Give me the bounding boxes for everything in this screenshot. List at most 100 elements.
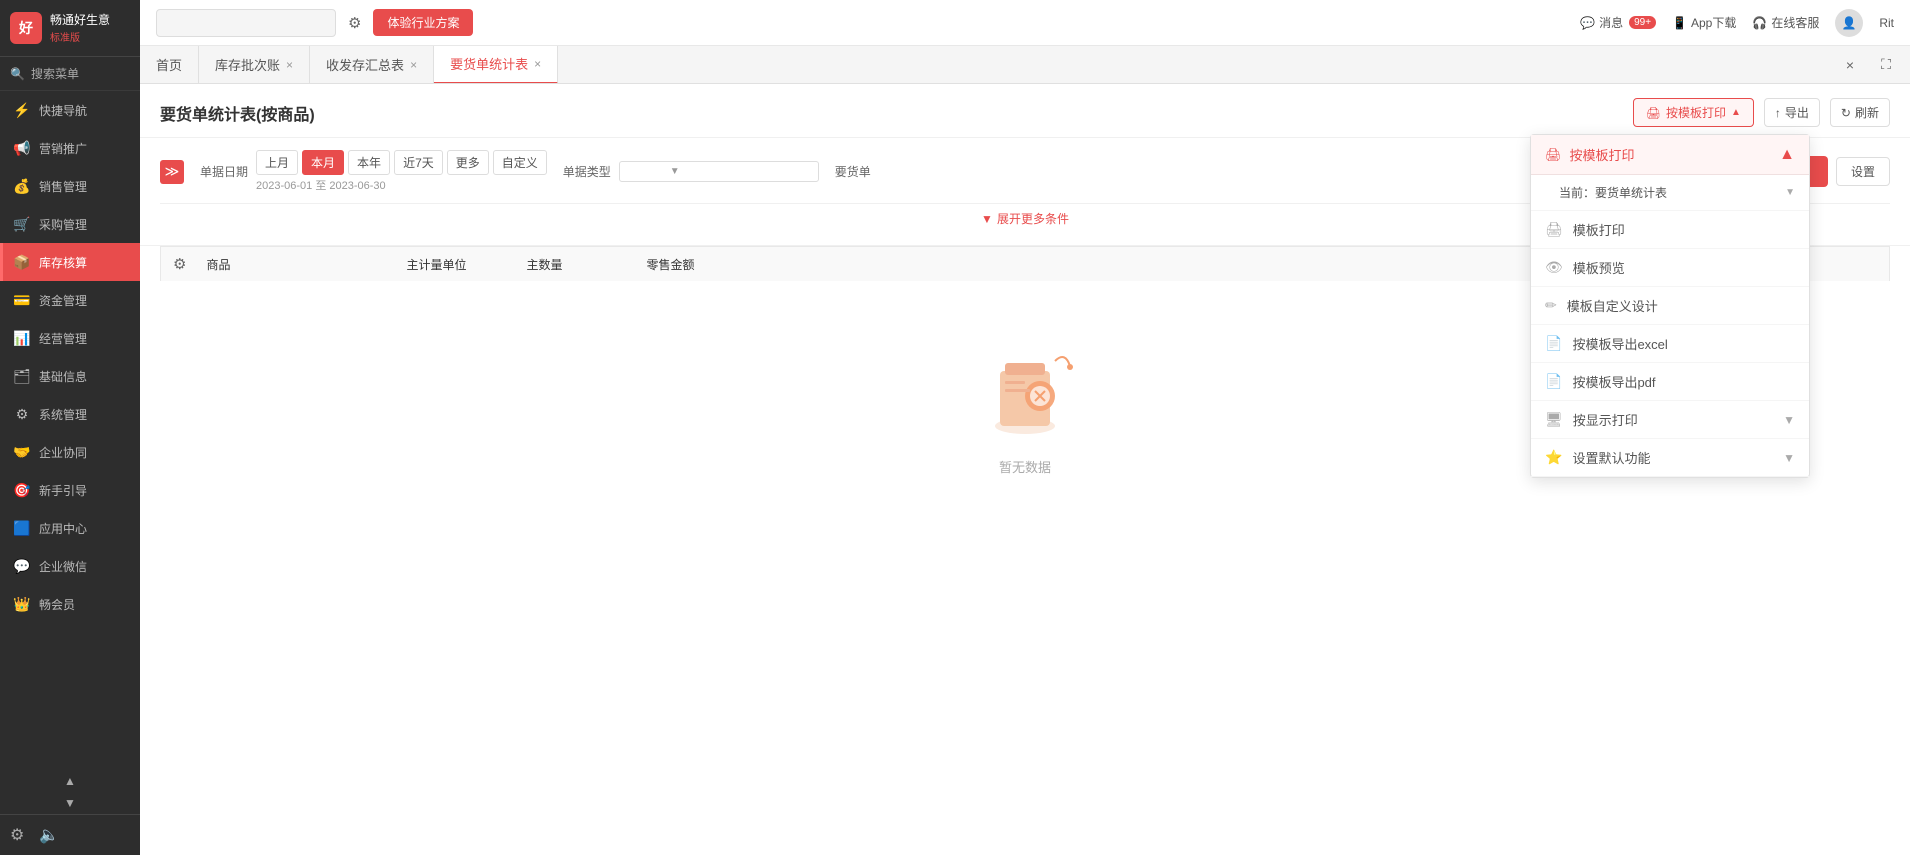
chevron-down-icon: ▼ (981, 212, 993, 226)
tab-receivable-summary-close[interactable]: × (410, 58, 417, 72)
sidebar-item-appstore[interactable]: 🟦 应用中心 (0, 509, 140, 547)
sidebar-item-newbie[interactable]: 🎯 新手引导 (0, 471, 140, 509)
tab-inventory-batch-label: 库存批次账 (215, 55, 280, 74)
export-button[interactable]: ↑ 导出 (1764, 98, 1820, 127)
page-content: 要货单统计表(按商品) 🖨 按模板打印 ▲ ↑ 导出 ↻ 刷新 (140, 84, 1910, 855)
sidebar-item-marketing[interactable]: 📢 营销推广 (0, 129, 140, 167)
dropdown-item-template-pdf-label: 按模板导出pdf (1572, 372, 1655, 391)
tab-inventory-batch-close[interactable]: × (286, 58, 293, 72)
printer-icon: 🖨 (1646, 106, 1661, 120)
sidebar-item-basic[interactable]: 🗂 基础信息 (0, 357, 140, 395)
settings-icon[interactable]: ⚙ (10, 825, 24, 845)
date-btn-this-month[interactable]: 本月 (302, 150, 344, 175)
date-btn-last-month[interactable]: 上月 (256, 150, 298, 175)
table-col-amount: 零售金额 (646, 256, 766, 273)
expand-label: 展开更多条件 (997, 210, 1069, 227)
nav-label-collab: 企业协同 (39, 444, 87, 461)
nav-label-inventory: 库存核算 (39, 254, 87, 271)
template-print-label: 按模板打印 (1666, 104, 1726, 121)
dropdown-display-icon: 🖥 (1545, 411, 1563, 428)
sidebar-item-system[interactable]: ⚙ 系统管理 (0, 395, 140, 433)
sidebar-item-finance[interactable]: 💳 资金管理 (0, 281, 140, 319)
dropdown-display-arrow: ▼ (1783, 413, 1795, 427)
online-support-label: 在线客服 (1771, 14, 1819, 31)
nav-icon-operation: 📊 (13, 329, 31, 347)
dropdown-section-display-print[interactable]: 🖥 按显示打印 ▼ (1531, 401, 1809, 439)
dropdown-item-template-print[interactable]: 🖨 模板打印 (1531, 211, 1809, 249)
sidebar-item-wxwork[interactable]: 💬 企业微信 (0, 547, 140, 585)
dropdown-item-template-preview[interactable]: 👁 模板预览 (1531, 249, 1809, 287)
sidebar-item-inventory[interactable]: 📦 库存核算 (0, 243, 140, 281)
app-edition: 标准版 (50, 29, 110, 44)
online-support-button[interactable]: 🎧 在线客服 (1752, 14, 1819, 31)
table-col-qty: 主数量 (526, 256, 626, 273)
dropdown-item-template-design[interactable]: ✏ 模板自定义设计 (1531, 287, 1809, 325)
sidebar-item-collab[interactable]: 🤝 企业协同 (0, 433, 140, 471)
date-btn-this-year[interactable]: 本年 (348, 150, 390, 175)
order-type-select[interactable]: ▼ (619, 161, 819, 182)
sidebar-bottom: ⚙ 🔈 (0, 814, 140, 855)
dropdown-item-template-excel-label: 按模板导出excel (1572, 334, 1667, 353)
sidebar-item-operation[interactable]: 📊 经营管理 (0, 319, 140, 357)
sidebar-item-member[interactable]: 👑 畅会员 (0, 585, 140, 623)
dropdown-collapse-icon[interactable]: ▲ (1779, 146, 1795, 164)
tab-close-all-button[interactable]: × (1836, 51, 1864, 79)
date-btn-custom[interactable]: 自定义 (493, 150, 547, 175)
date-btn-more[interactable]: 更多 (447, 150, 489, 175)
search-icon: 🔍 (10, 67, 25, 81)
dropdown-item-pdf-icon: 📄 (1545, 373, 1562, 390)
tab-maximize-button[interactable]: ⛶ (1872, 51, 1900, 79)
dropdown-section-display-label: 按显示打印 (1573, 410, 1638, 429)
refresh-button[interactable]: ↻ 刷新 (1830, 98, 1890, 127)
sidebar-search[interactable]: 🔍 搜索菜单 (0, 57, 140, 91)
template-print-dropdown: 🖨 按模板打印 ▲ 当前：要货单统计表 ▼ 🖨 模板打印 👁 (1530, 134, 1810, 478)
nav-label-appstore: 应用中心 (39, 520, 87, 537)
nav-icon-finance: 💳 (13, 291, 31, 309)
nav-label-member: 畅会员 (39, 596, 75, 613)
gear-icon[interactable]: ⚙ (348, 14, 361, 32)
message-icon: 💬 (1580, 16, 1595, 30)
dropdown-section-display-left: 🖥 按显示打印 (1545, 410, 1638, 429)
nav-label-finance: 资金管理 (39, 292, 87, 309)
sidebar-item-purchase[interactable]: 🛒 采购管理 (0, 205, 140, 243)
sidebar-item-sales[interactable]: 💰 销售管理 (0, 167, 140, 205)
messages-badge: 99+ (1629, 16, 1656, 29)
filter-toggle-button[interactable]: ≫ (160, 160, 184, 184)
main-content: ⚙ 体验行业方案 💬 消息 99+ 📱 App下载 🎧 在线客服 👤 Rit (140, 0, 1910, 855)
sidebar-scroll-down[interactable]: ▼ (0, 792, 140, 814)
sidebar-item-quick-nav[interactable]: ⚡ 快捷导航 (0, 91, 140, 129)
current-template-arrow: ▼ (1785, 187, 1795, 198)
tab-receivable-summary-label: 收发存汇总表 (326, 55, 404, 74)
dropdown-settings-icon: ⭐ (1545, 449, 1562, 466)
messages-label: 消息 (1599, 14, 1623, 31)
dropdown-item-template-excel[interactable]: 📄 按模板导出excel (1531, 325, 1809, 363)
tab-requisition-stats-close[interactable]: × (534, 57, 541, 71)
date-btn-last-7-days[interactable]: 近7天 (394, 150, 443, 175)
nav-icon-sales: 💰 (13, 177, 31, 195)
current-template-item[interactable]: 当前：要货单统计表 ▼ (1531, 175, 1809, 211)
sidebar-scroll-up[interactable]: ▲ (0, 770, 140, 792)
sidebar: 好 畅通好生意 标准版 🔍 搜索菜单 ⚡ 快捷导航 📢 营销推广 💰 销售管理 … (0, 0, 140, 855)
tab-requisition-stats[interactable]: 要货单统计表 × (434, 46, 558, 84)
tab-receivable-summary[interactable]: 收发存汇总表 × (310, 46, 434, 84)
table-column-settings-icon[interactable]: ⚙ (173, 255, 186, 273)
dropdown-item-template-pdf[interactable]: 📄 按模板导出pdf (1531, 363, 1809, 401)
nav-icon-inventory: 📦 (13, 253, 31, 271)
dropdown-section-default-settings[interactable]: ⭐ 设置默认功能 ▼ (1531, 439, 1809, 477)
tab-home[interactable]: 首页 (140, 46, 199, 84)
nav-icon-system: ⚙ (13, 405, 31, 423)
template-print-button[interactable]: 🖨 按模板打印 ▲ (1633, 98, 1754, 127)
tab-inventory-batch[interactable]: 库存批次账 × (199, 46, 310, 84)
home-label: 首页 (156, 55, 182, 74)
nav-icon-quick: ⚡ (13, 101, 31, 119)
settings-button[interactable]: 设置 (1836, 157, 1890, 186)
dropdown-header[interactable]: 🖨 按模板打印 ▲ (1531, 135, 1809, 175)
trial-button[interactable]: 体验行业方案 (373, 9, 473, 36)
user-avatar[interactable]: 👤 (1835, 9, 1863, 37)
app-download-button[interactable]: 📱 App下载 (1672, 14, 1736, 31)
messages-button[interactable]: 💬 消息 99+ (1580, 14, 1656, 31)
yh-column-filter-group: 要货单 (835, 163, 871, 180)
nav-icon-marketing: 📢 (13, 139, 31, 157)
dropdown-item-template-preview-label: 模板预览 (1573, 258, 1625, 277)
sound-icon[interactable]: 🔈 (39, 825, 59, 845)
